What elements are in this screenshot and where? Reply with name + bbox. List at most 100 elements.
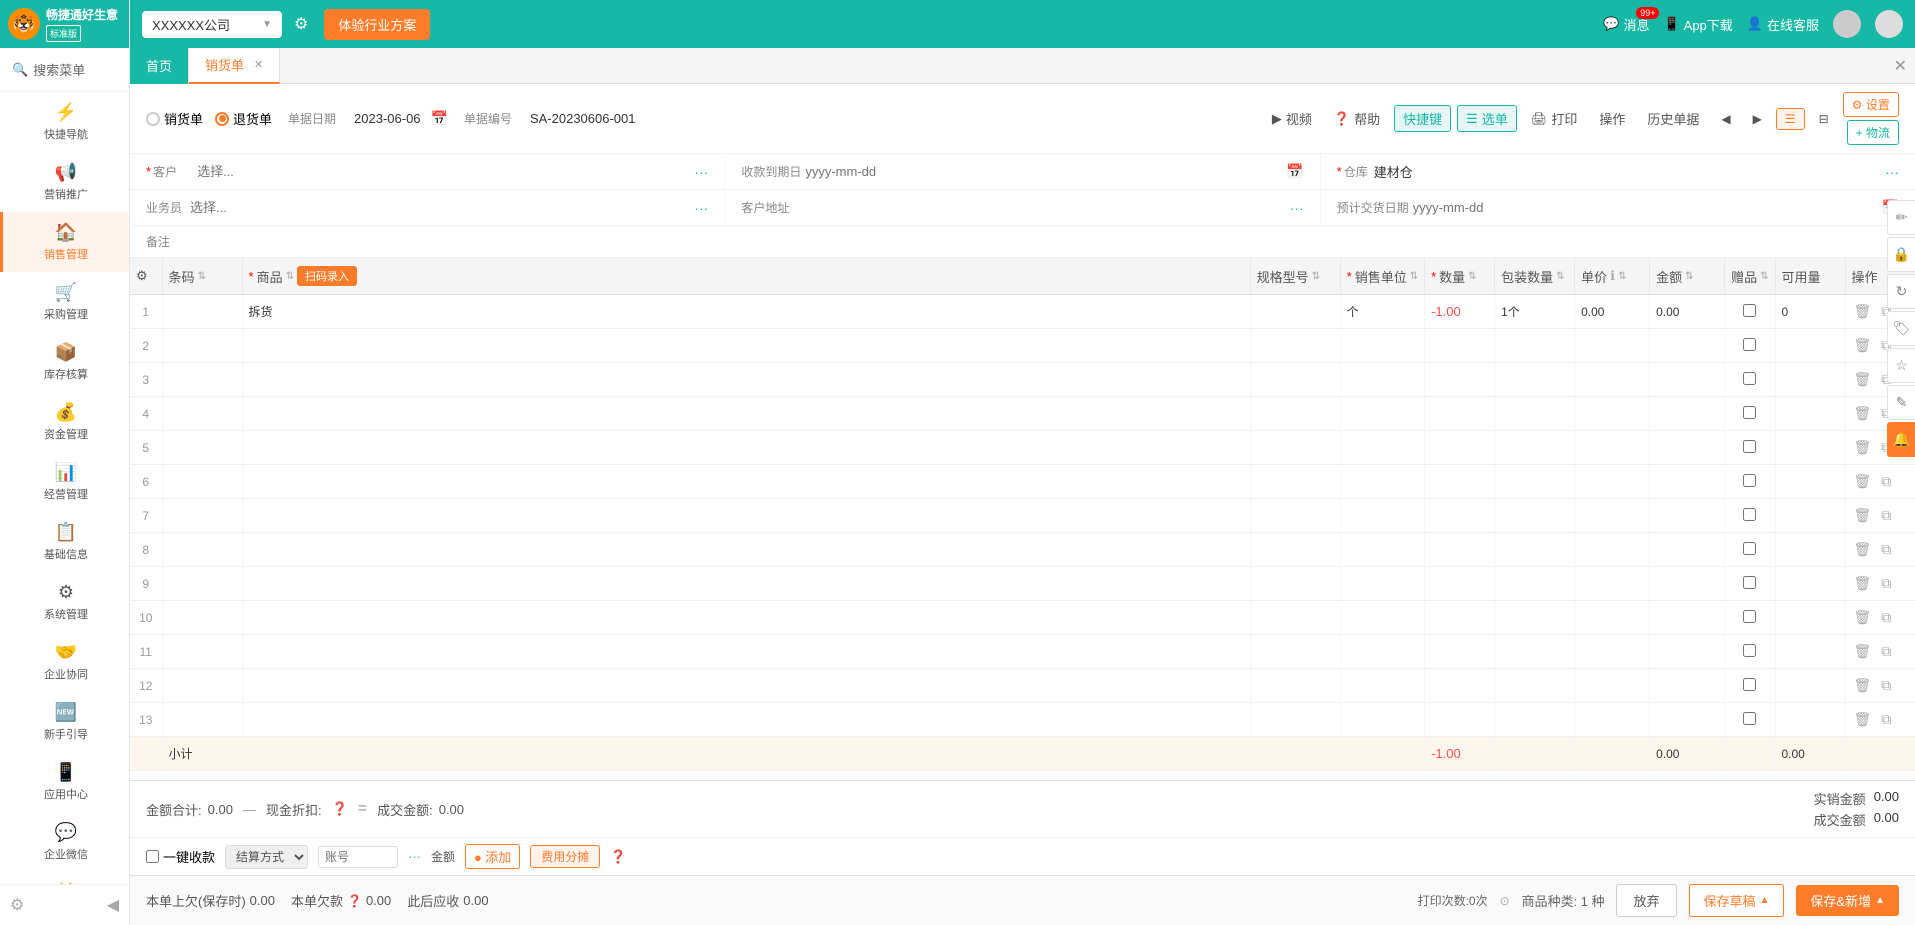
- row-1-unit[interactable]: 个: [1340, 295, 1424, 329]
- row-1-delete-button[interactable]: 🗑: [1852, 301, 1874, 322]
- warehouse-dots-icon[interactable]: ···: [1885, 164, 1899, 180]
- sidebar-item-system[interactable]: ⚙ 系统管理: [0, 572, 129, 632]
- gift-checkbox-6[interactable]: [1743, 474, 1756, 487]
- row-9-copy-button[interactable]: ⧉: [1879, 573, 1893, 594]
- row-2-delete-button[interactable]: 🗑: [1852, 335, 1874, 356]
- save-draft-button[interactable]: 保存草稿 ▲: [1689, 884, 1785, 917]
- next-record-button[interactable]: ▶: [1745, 109, 1770, 129]
- expense-split-tab[interactable]: 费用分摊: [530, 845, 600, 868]
- row-12-copy-button[interactable]: ⧉: [1879, 675, 1893, 696]
- row-6-copy-button[interactable]: ⧉: [1879, 471, 1893, 492]
- th-settings[interactable]: ⚙: [130, 258, 162, 295]
- gift-checkbox-9[interactable]: [1743, 576, 1756, 589]
- logistics-btn[interactable]: + 物流: [1847, 120, 1899, 145]
- row-11-copy-button[interactable]: ⧉: [1879, 641, 1893, 662]
- row-7-copy-button[interactable]: ⧉: [1879, 505, 1893, 526]
- expense-question-icon[interactable]: ❓: [610, 849, 626, 865]
- notes-input[interactable]: [176, 232, 1899, 251]
- right-sidebar-alert-button[interactable]: 🔔: [1887, 422, 1915, 457]
- product-type-icon[interactable]: ⊙: [1500, 894, 1510, 908]
- list-view-button[interactable]: ☰: [1776, 108, 1805, 130]
- one-click-payment-checkbox[interactable]: [146, 850, 159, 863]
- sales-order-radio[interactable]: 销货单: [146, 109, 203, 128]
- sidebar-item-finance[interactable]: 💰 资金管理: [0, 392, 129, 452]
- dots-icon[interactable]: ···: [408, 849, 421, 864]
- account-no-input[interactable]: [318, 846, 398, 868]
- row-1-spec[interactable]: [1250, 295, 1340, 329]
- row-8-copy-button[interactable]: ⧉: [1879, 539, 1893, 560]
- right-sidebar-lock-button[interactable]: 🔒: [1887, 237, 1915, 272]
- row-12-delete-button[interactable]: 🗑: [1852, 675, 1874, 696]
- row-6-delete-button[interactable]: 🗑: [1852, 471, 1874, 492]
- return-order-radio[interactable]: 退货单: [215, 109, 272, 128]
- gift-checkbox-13[interactable]: [1743, 712, 1756, 725]
- gift-checkbox-3[interactable]: [1743, 372, 1756, 385]
- print-button[interactable]: 🖨 打印: [1523, 106, 1586, 131]
- add-payment-button[interactable]: ● 添加: [465, 844, 520, 869]
- price-sort-icon[interactable]: ⇅: [1618, 271, 1626, 282]
- row-1-product[interactable]: 拆货: [242, 295, 1250, 329]
- user-avatar-2[interactable]: [1875, 10, 1903, 38]
- row-9-delete-button[interactable]: 🗑: [1852, 573, 1874, 594]
- gift-checkbox-8[interactable]: [1743, 542, 1756, 555]
- row-1-barcode[interactable]: [162, 295, 242, 329]
- row-13-copy-button[interactable]: ⧉: [1879, 709, 1893, 730]
- salesperson-dots-icon[interactable]: ···: [694, 200, 708, 216]
- debit-question-icon[interactable]: ❓: [347, 894, 362, 908]
- tab-close-all-icon[interactable]: ✕: [1894, 58, 1907, 75]
- sidebar-item-inventory[interactable]: 📦 库存核算: [0, 332, 129, 392]
- due-date-input[interactable]: [801, 162, 1282, 181]
- row-1-pack-qty[interactable]: 1个: [1495, 295, 1575, 329]
- addr-dots-icon[interactable]: ···: [1290, 200, 1304, 216]
- sidebar-item-wechat[interactable]: 💬 企业微信: [0, 812, 129, 872]
- row-7-delete-button[interactable]: 🗑: [1852, 505, 1874, 526]
- settings-btn[interactable]: ⚙ 设置: [1843, 92, 1899, 117]
- sidebar-item-purchase[interactable]: 🛒 采购管理: [0, 272, 129, 332]
- save-new-button[interactable]: 保存&新增 ▲: [1796, 885, 1899, 916]
- sidebar-item-marketing[interactable]: 📢 营销推广: [0, 152, 129, 212]
- row-1-gift[interactable]: [1725, 295, 1775, 329]
- row-3-delete-button[interactable]: 🗑: [1852, 369, 1874, 390]
- calendar-icon[interactable]: 📅: [431, 110, 448, 127]
- packqty-sort-icon[interactable]: ⇅: [1556, 271, 1564, 282]
- one-click-payment[interactable]: 一键收款: [146, 847, 215, 866]
- qty-sort-icon[interactable]: ⇅: [1468, 271, 1476, 282]
- right-sidebar-edit-button[interactable]: ✏: [1887, 200, 1915, 235]
- gift-checkbox-7[interactable]: [1743, 508, 1756, 521]
- gift-checkbox-5[interactable]: [1743, 440, 1756, 453]
- customer-input[interactable]: [193, 162, 690, 181]
- sidebar-item-enterprise[interactable]: 🤝 企业协同: [0, 632, 129, 692]
- gift-checkbox-10[interactable]: [1743, 610, 1756, 623]
- gift-checkbox-1[interactable]: [1743, 304, 1756, 317]
- sidebar-collapse-button[interactable]: ◀: [105, 893, 121, 917]
- row-1-qty[interactable]: -1.00: [1425, 295, 1495, 329]
- company-selector[interactable]: XXXXXX公司 ▼: [142, 11, 282, 38]
- search-menu-button[interactable]: 🔍 搜索菜单: [8, 56, 121, 83]
- delivery-date-input[interactable]: [1409, 198, 1878, 217]
- topbar-gear-icon[interactable]: ⚙: [294, 14, 308, 34]
- card-view-button[interactable]: ⊟: [1811, 109, 1837, 129]
- video-button[interactable]: ▶ 视频: [1264, 106, 1320, 131]
- sidebar-item-sales[interactable]: 🏠 销售管理: [0, 212, 129, 272]
- row-13-delete-button[interactable]: 🗑: [1852, 709, 1874, 730]
- customer-dots-icon[interactable]: ···: [694, 164, 708, 180]
- topbar-app-download[interactable]: 📱 App下载: [1663, 15, 1732, 34]
- topbar-service[interactable]: 👤 在线客服: [1747, 15, 1819, 34]
- gift-sort-icon[interactable]: ⇅: [1760, 271, 1768, 282]
- operation-button[interactable]: 操作: [1591, 106, 1633, 131]
- gift-checkbox-4[interactable]: [1743, 406, 1756, 419]
- barcode-sort-icon[interactable]: ⇅: [198, 271, 206, 282]
- trial-button[interactable]: 体验行业方案: [324, 9, 430, 40]
- row-5-delete-button[interactable]: 🗑: [1852, 437, 1874, 458]
- calc-method-select[interactable]: 结算方式: [225, 845, 308, 869]
- shortcut-button[interactable]: 快捷键: [1394, 105, 1451, 132]
- history-button[interactable]: 历史单据: [1639, 106, 1707, 131]
- select-button[interactable]: ☰ 选单: [1457, 105, 1517, 132]
- gift-checkbox-2[interactable]: [1743, 338, 1756, 351]
- row-10-copy-button[interactable]: ⧉: [1879, 607, 1893, 628]
- tab-home[interactable]: 首页: [130, 48, 189, 84]
- sidebar-search-area[interactable]: 🔍 搜索菜单: [0, 48, 129, 92]
- gift-checkbox-11[interactable]: [1743, 644, 1756, 657]
- user-avatar[interactable]: [1833, 10, 1861, 38]
- row-8-delete-button[interactable]: 🗑: [1852, 539, 1874, 560]
